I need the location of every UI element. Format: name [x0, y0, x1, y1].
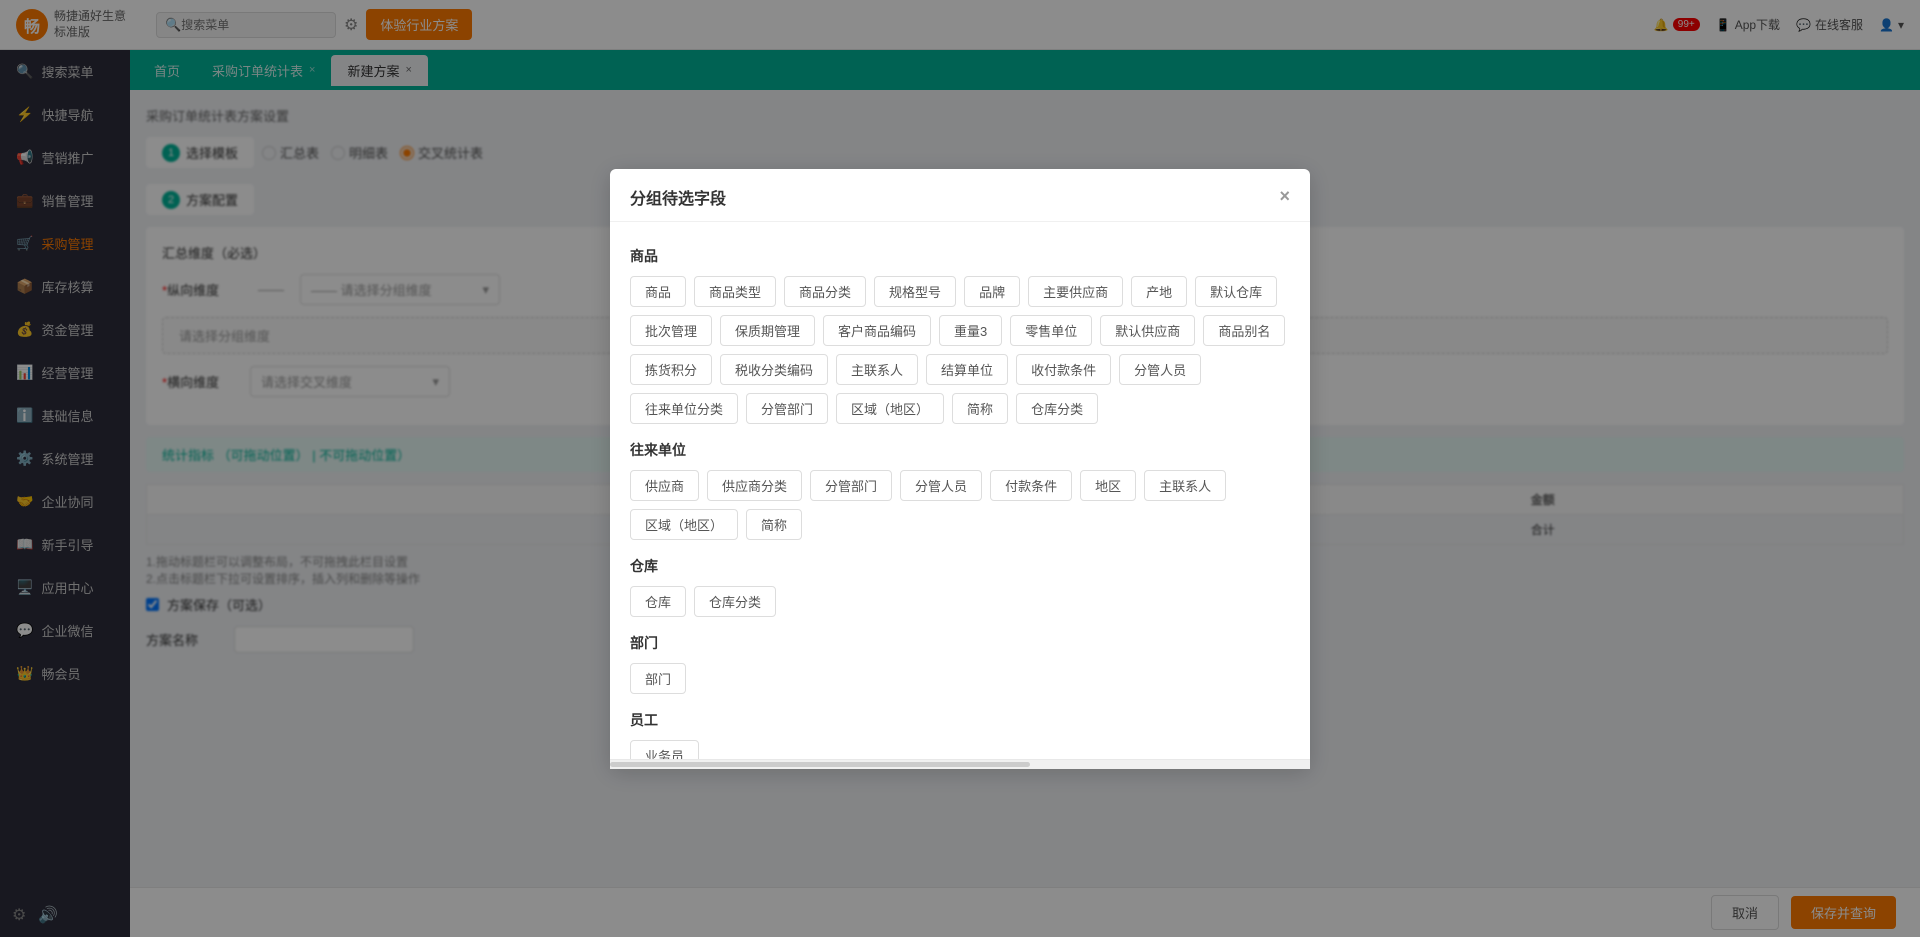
field-tag-2-0[interactable]: 仓库 [630, 586, 686, 617]
modal-header: 分组待选字段 × [610, 169, 1310, 222]
field-tag-0-2[interactable]: 商品分类 [784, 276, 866, 307]
field-tag-0-21[interactable]: 往来单位分类 [630, 393, 738, 424]
field-tag-1-3[interactable]: 分管人员 [900, 470, 982, 501]
modal-scrollbar-thumb [610, 762, 1030, 767]
field-tag-0-5[interactable]: 主要供应商 [1028, 276, 1123, 307]
field-tag-0-1[interactable]: 商品类型 [694, 276, 776, 307]
field-tag-0-25[interactable]: 仓库分类 [1016, 393, 1098, 424]
modal-close-button[interactable]: × [1279, 186, 1290, 207]
field-tag-0-14[interactable]: 商品别名 [1203, 315, 1285, 346]
field-grid-3: 部门 [630, 663, 1290, 694]
modal-section-title-3: 部门 [630, 633, 1290, 653]
modal-section-title-1: 往来单位 [630, 440, 1290, 460]
field-tag-0-3[interactable]: 规格型号 [874, 276, 956, 307]
field-tag-0-0[interactable]: 商品 [630, 276, 686, 307]
field-grid-2: 仓库仓库分类 [630, 586, 1290, 617]
field-tag-2-1[interactable]: 仓库分类 [694, 586, 776, 617]
field-tag-0-10[interactable]: 客户商品编码 [823, 315, 931, 346]
modal-section-title-4: 员工 [630, 710, 1290, 730]
field-tag-0-20[interactable]: 分管人员 [1119, 354, 1201, 385]
field-tag-0-23[interactable]: 区域（地区） [836, 393, 944, 424]
field-tag-1-4[interactable]: 付款条件 [990, 470, 1072, 501]
modal-body: 商品商品商品类型商品分类规格型号品牌主要供应商产地默认仓库批次管理保质期管理客户… [610, 222, 1310, 759]
modal-section-title-0: 商品 [630, 246, 1290, 266]
field-tag-0-17[interactable]: 主联系人 [836, 354, 918, 385]
field-tag-0-4[interactable]: 品牌 [964, 276, 1020, 307]
modal-title: 分组待选字段 [630, 185, 726, 209]
field-tag-0-18[interactable]: 结算单位 [926, 354, 1008, 385]
field-tag-0-8[interactable]: 批次管理 [630, 315, 712, 346]
field-tag-3-0[interactable]: 部门 [630, 663, 686, 694]
field-tag-0-15[interactable]: 拣货积分 [630, 354, 712, 385]
field-tag-0-19[interactable]: 收付款条件 [1016, 354, 1111, 385]
field-tag-1-8[interactable]: 简称 [746, 509, 802, 540]
field-tag-0-24[interactable]: 简称 [952, 393, 1008, 424]
modal-overlay[interactable]: 分组待选字段 × 商品商品商品类型商品分类规格型号品牌主要供应商产地默认仓库批次… [0, 0, 1920, 937]
field-tag-1-5[interactable]: 地区 [1080, 470, 1136, 501]
modal-dialog: 分组待选字段 × 商品商品商品类型商品分类规格型号品牌主要供应商产地默认仓库批次… [610, 169, 1310, 769]
field-tag-0-12[interactable]: 零售单位 [1010, 315, 1092, 346]
field-tag-0-16[interactable]: 税收分类编码 [720, 354, 828, 385]
field-tag-1-1[interactable]: 供应商分类 [707, 470, 802, 501]
field-grid-1: 供应商供应商分类分管部门分管人员付款条件地区主联系人区域（地区） 简称 [630, 470, 1290, 540]
modal-horizontal-scrollbar[interactable] [610, 759, 1310, 769]
field-grid-0: 商品商品类型商品分类规格型号品牌主要供应商产地默认仓库批次管理保质期管理客户商品… [630, 276, 1290, 424]
field-tag-0-9[interactable]: 保质期管理 [720, 315, 815, 346]
field-tag-1-2[interactable]: 分管部门 [810, 470, 892, 501]
field-tag-0-11[interactable]: 重量3 [939, 315, 1002, 346]
field-tag-1-6[interactable]: 主联系人 [1144, 470, 1226, 501]
field-tag-0-7[interactable]: 默认仓库 [1195, 276, 1277, 307]
field-tag-0-6[interactable]: 产地 [1131, 276, 1187, 307]
field-tag-1-0[interactable]: 供应商 [630, 470, 699, 501]
field-tag-0-22[interactable]: 分管部门 [746, 393, 828, 424]
modal-section-title-2: 仓库 [630, 556, 1290, 576]
field-grid-4: 业务员 [630, 740, 1290, 759]
field-tag-0-13[interactable]: 默认供应商 [1100, 315, 1195, 346]
field-tag-1-7[interactable]: 区域（地区） [630, 509, 738, 540]
field-tag-4-0[interactable]: 业务员 [630, 740, 699, 759]
